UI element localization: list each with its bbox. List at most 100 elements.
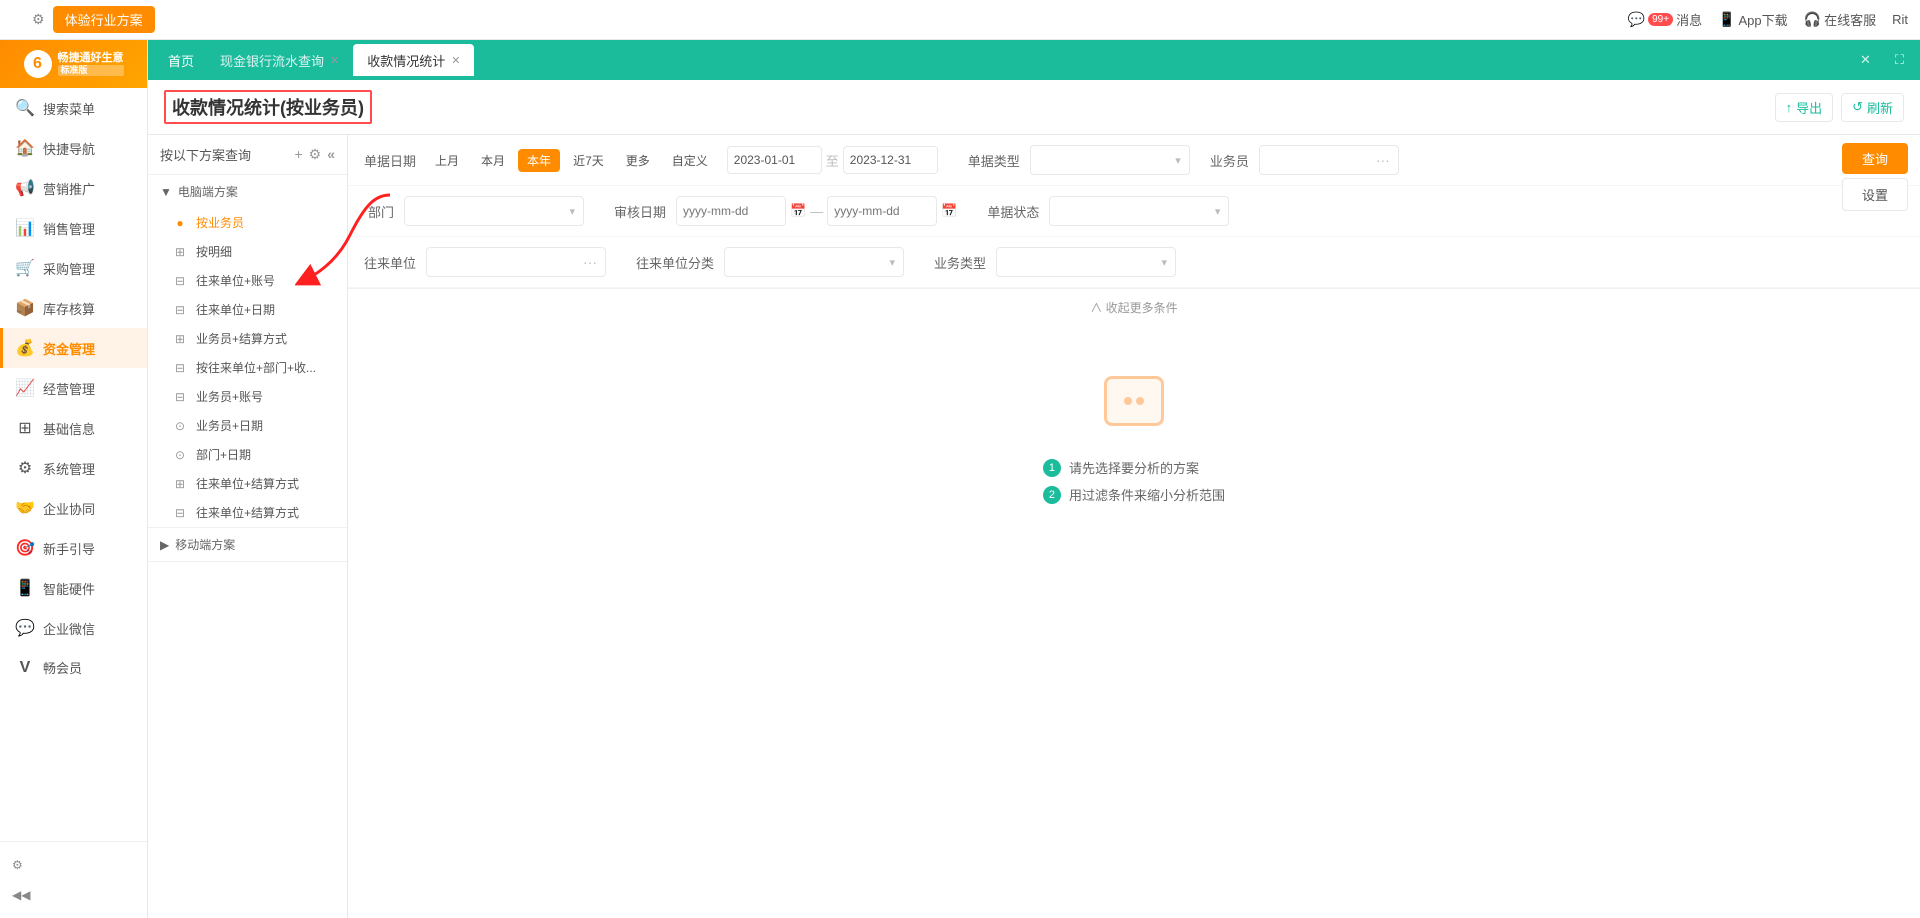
date-btn-this-year[interactable]: 本年 [518, 149, 560, 172]
collapse-icon: ◀◀ [12, 888, 30, 902]
scheme-item-by-salesperson[interactable]: ● 按业务员 [148, 208, 347, 237]
sidebar-label-guide: 新手引导 [43, 539, 95, 558]
query-button[interactable]: 查询 [1842, 143, 1908, 174]
scheme-group-mobile: ▶ 移动端方案 [148, 528, 347, 562]
salesperson-more-icon[interactable]: ··· [1376, 152, 1390, 168]
scheme-item-counterpart-date[interactable]: ⊟ 往来单位+日期 [148, 295, 347, 324]
export-button[interactable]: ↑ 导出 [1775, 93, 1834, 122]
right-actions: 查询 设置 [1842, 143, 1908, 211]
tab-cash-flow[interactable]: 现金银行流水查询 ✕ [206, 44, 353, 76]
tab-cash-flow-label: 现金银行流水查询 [220, 51, 324, 70]
salesperson-select[interactable]: ··· [1259, 145, 1399, 175]
page-header: 收款情况统计(按业务员) ↑ 导出 ↺ 刷新 [148, 80, 1920, 135]
robot-eye-left [1124, 397, 1132, 405]
scheme-item-counterpart-account[interactable]: ⊟ 往来单位+账号 [148, 266, 347, 295]
tab-cash-flow-close[interactable]: ✕ [330, 54, 339, 67]
user-avatar[interactable]: Rit [1892, 12, 1908, 27]
date-to-input[interactable] [843, 146, 938, 174]
bill-status-label: 单据状态 [987, 202, 1039, 221]
tab-bar-global-close[interactable]: ✕ [1852, 48, 1879, 72]
scheme-collapse-icon[interactable]: « [327, 146, 335, 163]
wechat-icon: 💬 [15, 618, 35, 638]
home-icon: 🏠 [15, 138, 35, 158]
scheme-item-salesperson-settle[interactable]: ⊞ 业务员+结算方式 [148, 324, 347, 353]
scheme-item-counterpart-account-label: 往来单位+账号 [196, 272, 275, 289]
sidebar-label-basic-info: 基础信息 [43, 419, 95, 438]
scheme-header-icons: + ⚙ « [294, 146, 335, 163]
sidebar-label-marketing: 营销推广 [43, 179, 95, 198]
scheme-item-detail[interactable]: ⊞ 按明细 [148, 237, 347, 266]
search-icon: 🔍 [15, 98, 35, 118]
empty-step-1-label: 请先选择要分析的方案 [1069, 458, 1199, 477]
audit-from-input[interactable] [676, 196, 786, 226]
sidebar-item-operations[interactable]: 📈 经营管理 [0, 368, 147, 408]
date-btn-last-month[interactable]: 上月 [426, 149, 468, 172]
biz-type-select[interactable]: ▾ [996, 247, 1176, 277]
notification-area[interactable]: 💬 99+ 消息 [1628, 10, 1702, 29]
sidebar-collapse[interactable]: ◀◀ [0, 880, 147, 910]
scheme-item-counterpart-dept[interactable]: ⊟ 按往来单位+部门+收... [148, 353, 347, 382]
app-download[interactable]: 📱 App下载 [1718, 10, 1788, 29]
scheme-settings-icon[interactable]: ⚙ [309, 146, 322, 163]
sidebar-item-guide[interactable]: 🎯 新手引导 [0, 528, 147, 568]
sidebar-item-finance[interactable]: 💰 资金管理 [0, 328, 147, 368]
tab-payment-stats-close[interactable]: ✕ [451, 54, 460, 67]
sidebar-item-hardware[interactable]: 📱 智能硬件 [0, 568, 147, 608]
sidebar-item-member[interactable]: V 畅会员 [0, 648, 147, 687]
sidebar-item-inventory[interactable]: 📦 库存核算 [0, 288, 147, 328]
scheme-panel: 按以下方案查询 + ⚙ « ▼ 电脑端方案 ● 按业务员 [148, 135, 348, 918]
scheme-item-counterpart-settle1[interactable]: ⊞ 往来单位+结算方式 [148, 469, 347, 498]
sidebar-item-purchase[interactable]: 🛒 采购管理 [0, 248, 147, 288]
date-btn-this-month[interactable]: 本月 [472, 149, 514, 172]
biz-type-label: 业务类型 [934, 253, 986, 272]
scheme-item-counterpart-settle2[interactable]: ⊟ 往来单位+结算方式 [148, 498, 347, 527]
sidebar-label-system: 系统管理 [43, 459, 95, 478]
counterpart-select[interactable]: ··· [426, 247, 606, 277]
sidebar-item-search-menu[interactable]: 🔍 搜索菜单 [0, 88, 147, 128]
scheme-item-salesperson-date[interactable]: ⊙ 业务员+日期 [148, 411, 347, 440]
tab-payment-stats[interactable]: 收款情况统计 ✕ [353, 44, 474, 76]
counterpart-more-icon[interactable]: ··· [583, 254, 597, 270]
counterpart-category-label: 往来单位分类 [636, 253, 714, 272]
logo-text: 畅捷通好生意 [58, 52, 124, 65]
filter-row-2: 部门 ▾ 审核日期 📅 — 📅 单据状态 [348, 186, 1920, 237]
tab-bar-expand[interactable]: ⛶ [1887, 48, 1912, 72]
robot-icon [1094, 366, 1174, 446]
sidebar-item-system[interactable]: ⚙ 系统管理 [0, 448, 147, 488]
scheme-item-dept-date[interactable]: ⊙ 部门+日期 [148, 440, 347, 469]
sidebar-item-marketing[interactable]: 📢 营销推广 [0, 168, 147, 208]
date-from-input[interactable] [727, 146, 822, 174]
scheme-group-mobile-title[interactable]: ▶ 移动端方案 [148, 528, 347, 561]
tab-home[interactable]: 首页 [156, 51, 206, 70]
bill-type-select[interactable]: ▾ [1030, 145, 1190, 175]
sidebar-settings[interactable]: ⚙ [0, 850, 147, 880]
settings-button[interactable]: 设置 [1842, 178, 1908, 211]
sidebar-label-search: 搜索菜单 [43, 99, 95, 118]
date-btn-7days[interactable]: 近7天 [564, 149, 613, 172]
bill-status-select[interactable]: ▾ [1049, 196, 1229, 226]
date-btn-custom[interactable]: 自定义 [663, 149, 717, 172]
scheme-item-salesperson-account-label: 业务员+账号 [196, 388, 263, 405]
guide-icon: 🎯 [15, 538, 35, 558]
customer-service[interactable]: 🎧 在线客服 [1804, 10, 1876, 29]
collapse-bar[interactable]: ∧ 收起更多条件 [348, 288, 1920, 326]
trial-button[interactable]: 体验行业方案 [53, 6, 155, 33]
purchase-icon: 🛒 [15, 258, 35, 278]
scheme-item-salesperson-account[interactable]: ⊟ 业务员+账号 [148, 382, 347, 411]
refresh-button[interactable]: ↺ 刷新 [1841, 93, 1904, 122]
sidebar-item-wechat[interactable]: 💬 企业微信 [0, 608, 147, 648]
settings-icon[interactable]: ⚙ [32, 11, 45, 28]
dept-select[interactable]: ▾ [404, 196, 584, 226]
system-icon: ⚙ [15, 458, 35, 478]
scheme-group-desktop-title[interactable]: ▼ 电脑端方案 [148, 175, 347, 208]
sidebar-item-basic-info[interactable]: ⊞ 基础信息 [0, 408, 147, 448]
scheme-add-icon[interactable]: + [294, 146, 302, 163]
sidebar-item-sales[interactable]: 📊 销售管理 [0, 208, 147, 248]
empty-steps: 1 请先选择要分析的方案 2 用过滤条件来缩小分析范围 [1043, 458, 1225, 504]
sidebar-item-collab[interactable]: 🤝 企业协同 [0, 488, 147, 528]
counterpart-category-select[interactable]: ▾ [724, 247, 904, 277]
sidebar-item-quick-nav[interactable]: 🏠 快捷导航 [0, 128, 147, 168]
tab-bar-extra: ✕ ⛶ [1852, 48, 1912, 72]
date-btn-more[interactable]: 更多 [617, 149, 659, 172]
audit-to-input[interactable] [827, 196, 937, 226]
